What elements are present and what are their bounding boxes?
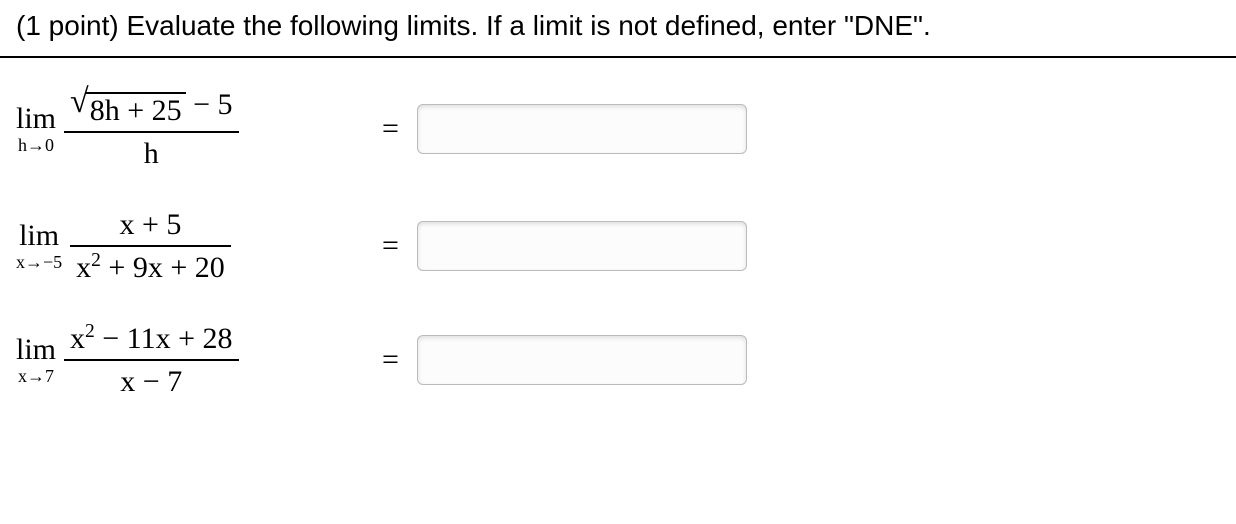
limit-sub: x→−5 xyxy=(16,253,62,271)
limit-expression: lim h→0 √ 8h + 25 − 5 h xyxy=(16,88,376,170)
fraction: x + 5 x2 + 9x + 20 xyxy=(70,208,231,284)
numerator-after: − 5 xyxy=(186,88,233,121)
num-pre: x xyxy=(70,322,85,355)
fraction-bar xyxy=(70,245,231,247)
answer-input[interactable] xyxy=(417,104,747,154)
den-pre: x xyxy=(76,251,91,284)
limit-sub: h→0 xyxy=(18,136,54,154)
limit-word: lim xyxy=(16,104,56,134)
fraction-bar xyxy=(64,359,238,361)
fraction-bar xyxy=(64,131,239,133)
numerator: x2 − 11x + 28 xyxy=(64,322,238,355)
radicand: 8h + 25 xyxy=(86,92,186,127)
equals-sign: = xyxy=(382,112,399,146)
problem-row: lim h→0 √ 8h + 25 − 5 h = xyxy=(16,88,1220,170)
limit-operator: lim h→0 xyxy=(16,104,56,154)
den-exp: 2 xyxy=(91,250,101,271)
denominator: h xyxy=(138,137,165,170)
equals-sign: = xyxy=(382,343,399,377)
problems-container: lim h→0 √ 8h + 25 − 5 h = lim x→−5 xyxy=(0,58,1236,398)
numerator: √ 8h + 25 − 5 xyxy=(64,88,239,127)
problem-row: lim x→−5 x + 5 x2 + 9x + 20 = xyxy=(16,208,1220,284)
question-header: (1 point) Evaluate the following limits.… xyxy=(0,0,1236,58)
limit-expression: lim x→7 x2 − 11x + 28 x − 7 xyxy=(16,322,376,398)
question-header-text: (1 point) Evaluate the following limits.… xyxy=(16,10,931,41)
den-post: + 9x + 20 xyxy=(101,251,225,284)
problem-row: lim x→7 x2 − 11x + 28 x − 7 = xyxy=(16,322,1220,398)
num-exp: 2 xyxy=(85,321,95,342)
limit-word: lim xyxy=(16,335,56,365)
num-post: − 11x + 28 xyxy=(95,322,233,355)
denominator: x2 + 9x + 20 xyxy=(70,251,231,284)
limit-sub: x→7 xyxy=(18,367,54,385)
limit-operator: lim x→7 xyxy=(16,335,56,385)
answer-input[interactable] xyxy=(417,335,747,385)
limit-word: lim xyxy=(19,221,59,251)
sqrt: √ 8h + 25 xyxy=(70,92,186,127)
fraction: x2 − 11x + 28 x − 7 xyxy=(64,322,238,398)
answer-input[interactable] xyxy=(417,221,747,271)
fraction: √ 8h + 25 − 5 h xyxy=(64,88,239,170)
denominator: x − 7 xyxy=(114,365,188,398)
equals-sign: = xyxy=(382,229,399,263)
limit-operator: lim x→−5 xyxy=(16,221,62,271)
limit-expression: lim x→−5 x + 5 x2 + 9x + 20 xyxy=(16,208,376,284)
numerator: x + 5 xyxy=(113,208,187,241)
sqrt-icon: √ xyxy=(70,90,89,114)
